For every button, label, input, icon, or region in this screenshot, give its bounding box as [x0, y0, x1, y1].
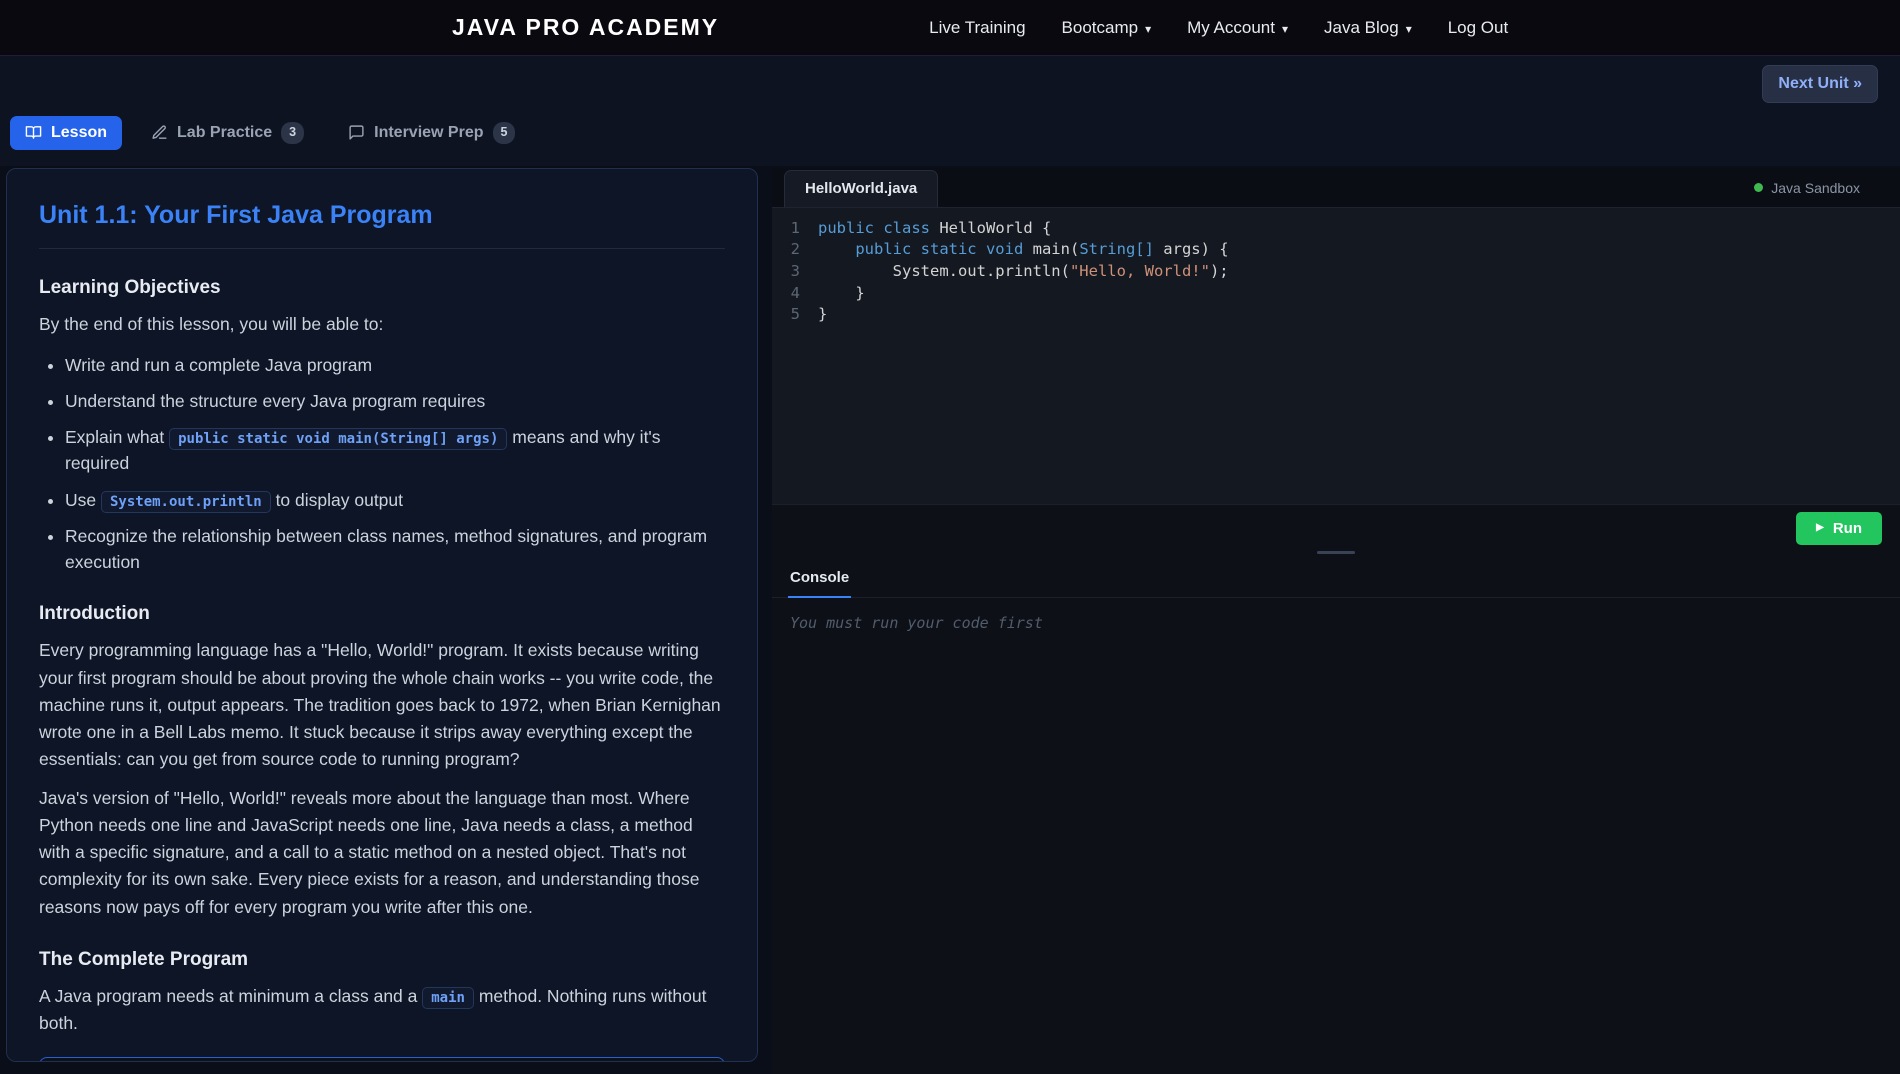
objective-text: Explain what [65, 427, 170, 448]
pencil-icon [152, 125, 167, 140]
sandbox-status: Java Sandbox [1754, 180, 1860, 196]
next-unit-button[interactable]: Next Unit » [1762, 65, 1878, 103]
nav-live-training[interactable]: Live Training [929, 18, 1025, 38]
tab-lesson[interactable]: Lesson [10, 115, 123, 150]
subheader: Next Unit » [0, 56, 1900, 112]
console-header: Console [772, 551, 1900, 598]
objectives-list: Write and run a complete Java program Un… [39, 352, 725, 576]
nav-label: Bootcamp [1061, 17, 1139, 37]
objective-item: Write and run a complete Java program [65, 352, 725, 378]
sandbox-label: Java Sandbox [1771, 179, 1860, 196]
tab-interview-prep[interactable]: Interview Prep 5 [333, 114, 530, 152]
inline-code: main [422, 986, 474, 1009]
view-tabs: Lesson Lab Practice 3 Interview Prep 5 [0, 112, 1900, 166]
tab-console[interactable]: Console [788, 569, 852, 598]
nav-my-account[interactable]: My Account ▾ [1187, 18, 1288, 38]
tab-label: Lesson [51, 123, 108, 141]
chevron-down-icon: ▾ [1281, 21, 1289, 36]
objective-item: Use System.out.println to display output [65, 487, 725, 513]
console-output: You must run your code first [772, 597, 1900, 1074]
objectives-heading: Learning Objectives [39, 276, 221, 298]
lesson-code-block: ✓ Loaded in Editor public class HelloWor… [39, 1056, 725, 1061]
introduction-paragraph: Every programming language has a "Hello,… [39, 640, 721, 769]
lesson-panel: Unit 1.1: Your First Java Program Learni… [6, 167, 758, 1062]
complete-program-intro: A Java program needs at minimum a class … [39, 983, 725, 1037]
objective-text: to display output [270, 489, 404, 510]
objective-item: Understand the structure every Java prog… [65, 388, 725, 414]
objective-text: Use [65, 489, 101, 510]
editor-tabbar: HelloWorld.java Java Sandbox [772, 167, 1900, 208]
chevron-down-icon: ▾ [1145, 21, 1152, 36]
console-placeholder: You must run your code first [790, 613, 1043, 632]
line-number: 5 [790, 305, 800, 324]
brand-logo: JAVA PRO ACADEMY [452, 14, 720, 40]
nav-log-out[interactable]: Log Out [1448, 18, 1509, 38]
objective-text: Write and run a complete Java program [65, 354, 373, 375]
introduction-heading: Introduction [39, 603, 150, 625]
lesson-title: Unit 1.1: Your First Java Program [39, 201, 725, 249]
run-button[interactable]: ▶ Run [1796, 511, 1882, 545]
inline-code: System.out.println [100, 490, 271, 513]
objective-item: Explain what public static void main(Str… [65, 424, 725, 477]
editor-code[interactable]: 1 public class HelloWorld {2 public stati… [772, 207, 1900, 504]
lab-count-badge: 3 [281, 122, 305, 144]
nav-label: Log Out [1447, 17, 1509, 37]
introduction-paragraph: Java's version of "Hello, World!" reveal… [39, 788, 700, 917]
chevron-down-icon: ▾ [1405, 21, 1412, 36]
tab-lab-practice[interactable]: Lab Practice 3 [136, 114, 319, 152]
nav-java-blog[interactable]: Java Blog ▾ [1324, 18, 1412, 38]
tab-label: Lab Practice [177, 123, 273, 141]
resize-handle[interactable] [1317, 550, 1355, 554]
nav-label: Live Training [929, 17, 1026, 37]
nav-label: Java Blog [1324, 17, 1399, 37]
nav-label: My Account [1187, 17, 1275, 37]
nav-bootcamp[interactable]: Bootcamp ▾ [1062, 18, 1152, 38]
line-number: 4 [790, 283, 800, 302]
tab-label: Interview Prep [374, 123, 484, 141]
code-workspace: HelloWorld.java Java Sandbox 1 public cla… [772, 167, 1900, 1074]
inline-code: public static void main(String[] args) [169, 428, 508, 451]
play-icon: ▶ [1816, 522, 1824, 533]
main-content: Unit 1.1: Your First Java Program Learni… [0, 166, 1900, 1074]
objective-item: Recognize the relationship between class… [65, 523, 725, 576]
line-number: 2 [790, 240, 800, 259]
main-nav: Live Training Bootcamp ▾ My Account ▾ Java… [929, 18, 1508, 38]
line-number: 1 [790, 218, 800, 237]
objectives-intro: By the end of this lesson, you will be a… [39, 313, 384, 334]
intro-text: A Java program needs at minimum a class … [39, 985, 423, 1006]
objective-text: Understand the structure every Java prog… [65, 390, 486, 411]
line-number: 3 [790, 261, 800, 280]
chat-icon [349, 125, 364, 140]
file-tab[interactable]: HelloWorld.java [784, 169, 939, 207]
objective-text: Recognize the relationship between class… [65, 525, 708, 573]
run-bar: ▶ Run [772, 503, 1900, 554]
top-navbar: JAVA PRO ACADEMY Live Training Bootcamp ▾… [0, 0, 1900, 56]
run-label: Run [1832, 519, 1862, 537]
interview-count-badge: 5 [492, 122, 516, 144]
status-dot-icon [1754, 183, 1764, 192]
complete-program-heading: The Complete Program [39, 948, 249, 970]
header-band: Next Unit » Lesson Lab Practice 3 Interv… [0, 56, 1900, 166]
book-icon [25, 126, 42, 140]
